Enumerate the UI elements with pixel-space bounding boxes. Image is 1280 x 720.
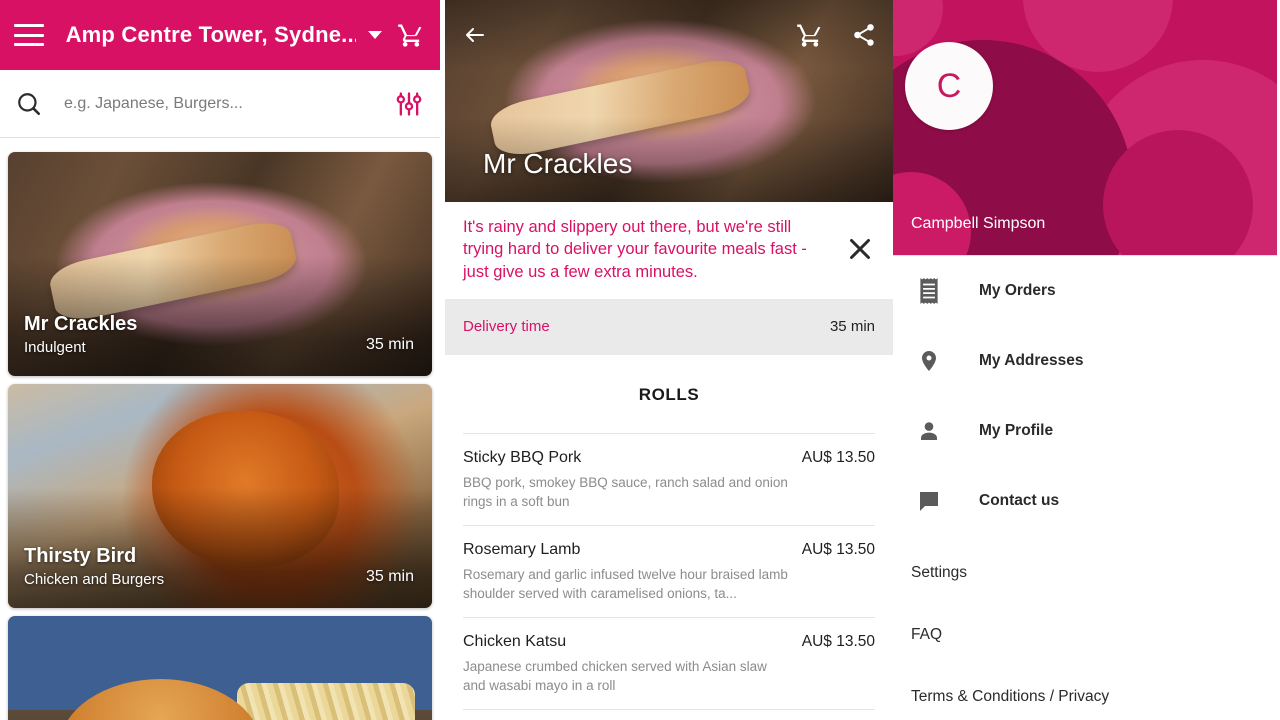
drawer-link-terms[interactable]: Terms & Conditions / Privacy	[893, 666, 1277, 720]
hero-toolbar	[445, 0, 893, 70]
receipt-icon	[911, 276, 947, 306]
chat-bubble-icon	[911, 486, 947, 516]
restaurant-category: Indulgent	[24, 339, 86, 356]
menu-item-price: AU$ 13.50	[801, 448, 875, 466]
restaurant-name: Thirsty Bird	[24, 545, 137, 567]
menu-item-text: Sticky BBQ Pork BBQ pork, smokey BBQ sau…	[463, 448, 790, 511]
top-app-bar: Amp Centre Tower, Sydne...	[0, 0, 440, 70]
navigation-drawer: C Campbell Simpson My Orders My Addresse…	[893, 0, 1277, 720]
menu-item-text: Chicken Katsu Japanese crumbed chicken s…	[463, 632, 790, 695]
tune-icon[interactable]	[394, 90, 424, 118]
search-input[interactable]	[64, 94, 394, 113]
chevron-down-icon[interactable]	[368, 31, 382, 39]
menu-item-price: AU$ 13.50	[801, 633, 875, 651]
restaurant-meta: Mr Crackles Indulgent	[24, 312, 137, 358]
drawer-item-label: My Profile	[979, 422, 1054, 439]
menu-item-text: Rosemary Lamb Rosemary and garlic infuse…	[463, 540, 790, 603]
menu-item-description: Japanese crumbed chicken served with Asi…	[463, 658, 767, 693]
hero-header: Mr Crackles	[445, 0, 893, 202]
drawer-item-label: My Addresses	[979, 352, 1084, 369]
restaurant-detail-panel: Mr Crackles It's rainy and slippery out …	[445, 0, 893, 720]
delivery-time-row: Delivery time 35 min	[445, 298, 893, 355]
restaurant-delivery-time: 35 min	[365, 568, 414, 585]
arrow-left-icon[interactable]	[461, 23, 489, 47]
menu-section-title: ROLLS	[463, 355, 875, 434]
restaurant-meta: Thirsty Bird Chicken and Burgers	[24, 544, 164, 590]
share-icon[interactable]	[851, 22, 877, 48]
drawer-links: Settings FAQ Terms & Conditions / Privac…	[893, 536, 1277, 720]
restaurant-category: Chicken and Burgers	[24, 571, 165, 588]
notice-banner: It's rainy and slippery out there, but w…	[445, 202, 893, 299]
hamburger-icon[interactable]	[14, 24, 44, 46]
avatar-letter: C	[936, 66, 962, 105]
search-bar[interactable]	[0, 70, 440, 138]
restaurant-cards: Mr Crackles Indulgent 35 min Thirsty Bir…	[0, 138, 440, 720]
drawer-item-my-orders[interactable]: My Orders	[893, 256, 1277, 326]
menu-item[interactable]: Sticky BBQ Pork BBQ pork, smokey BBQ sau…	[463, 434, 875, 526]
drawer-item-my-profile[interactable]: My Profile	[893, 396, 1277, 466]
close-icon[interactable]	[843, 232, 877, 266]
location-title[interactable]: Amp Centre Tower, Sydne...	[66, 22, 356, 48]
menu-item-name: Chicken Katsu	[463, 633, 567, 651]
menu-item-name: Sticky BBQ Pork	[463, 448, 582, 466]
cart-icon[interactable]	[795, 21, 825, 49]
notice-text: It's rainy and slippery out there, but w…	[463, 218, 807, 281]
menu-item[interactable]: Rosemary Lamb Rosemary and garlic infuse…	[463, 526, 875, 619]
user-name: Campbell Simpson	[911, 215, 1046, 232]
restaurant-delivery-time: 35 min	[365, 336, 414, 353]
drawer-item-contact-us[interactable]: Contact us	[893, 466, 1277, 536]
menu-item-description: BBQ pork, smokey BBQ sauce, ranch salad …	[463, 474, 788, 509]
restaurant-card[interactable]: Mr Crackles Indulgent 35 min	[8, 152, 432, 376]
drawer-item-label: My Orders	[979, 282, 1056, 299]
restaurant-name: Mr Crackles	[24, 313, 138, 335]
search-icon[interactable]	[16, 91, 42, 117]
location-pin-icon	[911, 346, 947, 376]
drawer-item-label: Contact us	[979, 492, 1060, 509]
delivery-time-value: 35 min	[829, 318, 875, 336]
restaurant-card[interactable]: Thirsty Bird Chicken and Burgers 35 min	[8, 384, 432, 608]
drawer-item-my-addresses[interactable]: My Addresses	[893, 326, 1277, 396]
menu-item[interactable]: Sweet Pork AU$ 13.50	[463, 710, 875, 720]
menu-item-price: AU$ 13.50	[801, 540, 875, 558]
menu-item-description: Rosemary and garlic infused twelve hour …	[463, 566, 788, 601]
drawer-header: C Campbell Simpson	[893, 0, 1277, 255]
restaurant-photo	[8, 616, 432, 720]
restaurant-title: Mr Crackles	[483, 148, 633, 179]
menu-item-list: Sticky BBQ Pork BBQ pork, smokey BBQ sau…	[445, 434, 893, 720]
restaurant-list-panel: Amp Centre Tower, Sydne... e.g. Japanese…	[0, 0, 440, 720]
delivery-time-label: Delivery time	[463, 318, 550, 336]
drawer-link-settings[interactable]: Settings	[893, 542, 1277, 604]
drawer-link-faq[interactable]: FAQ	[893, 604, 1277, 666]
restaurant-card[interactable]	[8, 616, 432, 720]
avatar[interactable]: C	[905, 42, 993, 130]
person-icon	[911, 416, 947, 446]
cart-icon[interactable]	[396, 21, 426, 49]
menu-item-name: Rosemary Lamb	[463, 540, 581, 558]
menu-item[interactable]: Chicken Katsu Japanese crumbed chicken s…	[463, 618, 875, 711]
app-screen: Amp Centre Tower, Sydne... e.g. Japanese…	[0, 0, 1280, 720]
